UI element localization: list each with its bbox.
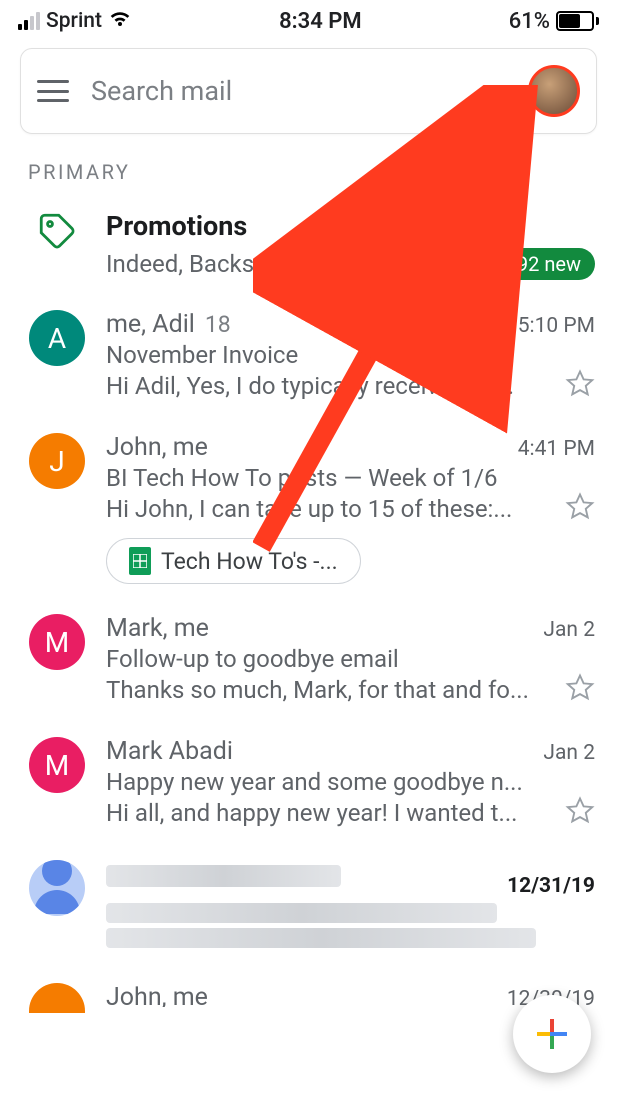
email-row-blurred[interactable]: 12/31/19	[0, 844, 617, 967]
email-row[interactable]: A me, Adil 18 5:10 PM November Invoice H…	[0, 294, 617, 417]
promotions-title: Promotions	[106, 210, 247, 242]
sheets-icon	[129, 547, 151, 575]
thread-count: 18	[205, 311, 231, 338]
section-label-primary: PRIMARY	[28, 160, 589, 184]
chip-label: Tech How To's -...	[161, 548, 338, 575]
email-time: 12/31/19	[507, 874, 595, 898]
battery-percent: 61%	[509, 9, 550, 34]
email-snippet: Thanks so much, Mark, for that and fo...	[106, 676, 555, 704]
star-icon[interactable]	[565, 673, 595, 707]
email-sender: John, me	[106, 433, 208, 462]
email-snippet: Hi all, and happy new year! I wanted t..…	[106, 799, 555, 827]
carrier-label: Sprint	[46, 9, 102, 33]
email-row[interactable]: J John, me 4:41 PM BI Tech How To posts …	[0, 417, 617, 598]
tag-icon	[36, 210, 78, 280]
compose-button[interactable]	[513, 995, 591, 1073]
avatar-letter: A	[29, 310, 85, 366]
search-input[interactable]: Search mail	[91, 75, 528, 107]
star-icon[interactable]	[565, 796, 595, 830]
promotions-badge: 92 new	[503, 248, 595, 280]
email-time: 4:41 PM	[518, 437, 595, 461]
signal-icon	[18, 12, 40, 30]
menu-icon[interactable]	[37, 80, 69, 102]
status-left: Sprint	[18, 8, 132, 34]
email-subject: Follow-up to goodbye email	[106, 645, 595, 673]
email-time: Jan 2	[543, 618, 595, 642]
email-row[interactable]: M Mark Abadi Jan 2 Happy new year and so…	[0, 721, 617, 844]
email-sender: Mark Abadi	[106, 737, 233, 766]
email-subject: BI Tech How To posts — Week of 1/6	[106, 464, 595, 492]
email-row[interactable]: M Mark, me Jan 2 Follow-up to goodbye em…	[0, 598, 617, 721]
avatar-letter	[29, 983, 85, 1013]
promotions-senders: Indeed, Backstage Team, Canva	[106, 250, 493, 278]
email-snippet: Hi John, I can take up to 15 of these:..…	[106, 495, 555, 523]
wifi-icon	[108, 8, 132, 34]
status-bar: Sprint 8:34 PM 61%	[0, 0, 617, 34]
email-subject: Happy new year and some goodbye n...	[106, 768, 595, 796]
email-subject: November Invoice	[106, 341, 595, 369]
battery-icon	[556, 11, 599, 31]
email-time: 5:10 PM	[518, 314, 595, 338]
avatar-letter: J	[29, 433, 85, 489]
email-sender: John, me	[106, 983, 208, 1007]
account-avatar[interactable]	[528, 65, 580, 117]
email-time: Jan 2	[543, 741, 595, 765]
plus-icon	[534, 1016, 570, 1052]
email-sender: Mark, me	[106, 614, 209, 643]
avatar-letter: M	[29, 614, 85, 670]
sender-blurred	[106, 860, 497, 892]
clock: 8:34 PM	[279, 9, 362, 34]
search-bar[interactable]: Search mail	[20, 48, 597, 134]
star-icon[interactable]	[565, 369, 595, 403]
email-sender: me, Adil	[106, 310, 195, 339]
star-icon[interactable]	[565, 492, 595, 526]
avatar-letter: M	[29, 737, 85, 793]
attachment-chip[interactable]: Tech How To's -...	[106, 538, 361, 584]
status-right: 61%	[509, 9, 599, 34]
promotions-row[interactable]: Promotions Indeed, Backstage Team, Canva…	[0, 194, 617, 294]
email-snippet: Hi Adil, Yes, I do typically receive che…	[106, 372, 555, 400]
avatar-generic	[29, 860, 85, 916]
